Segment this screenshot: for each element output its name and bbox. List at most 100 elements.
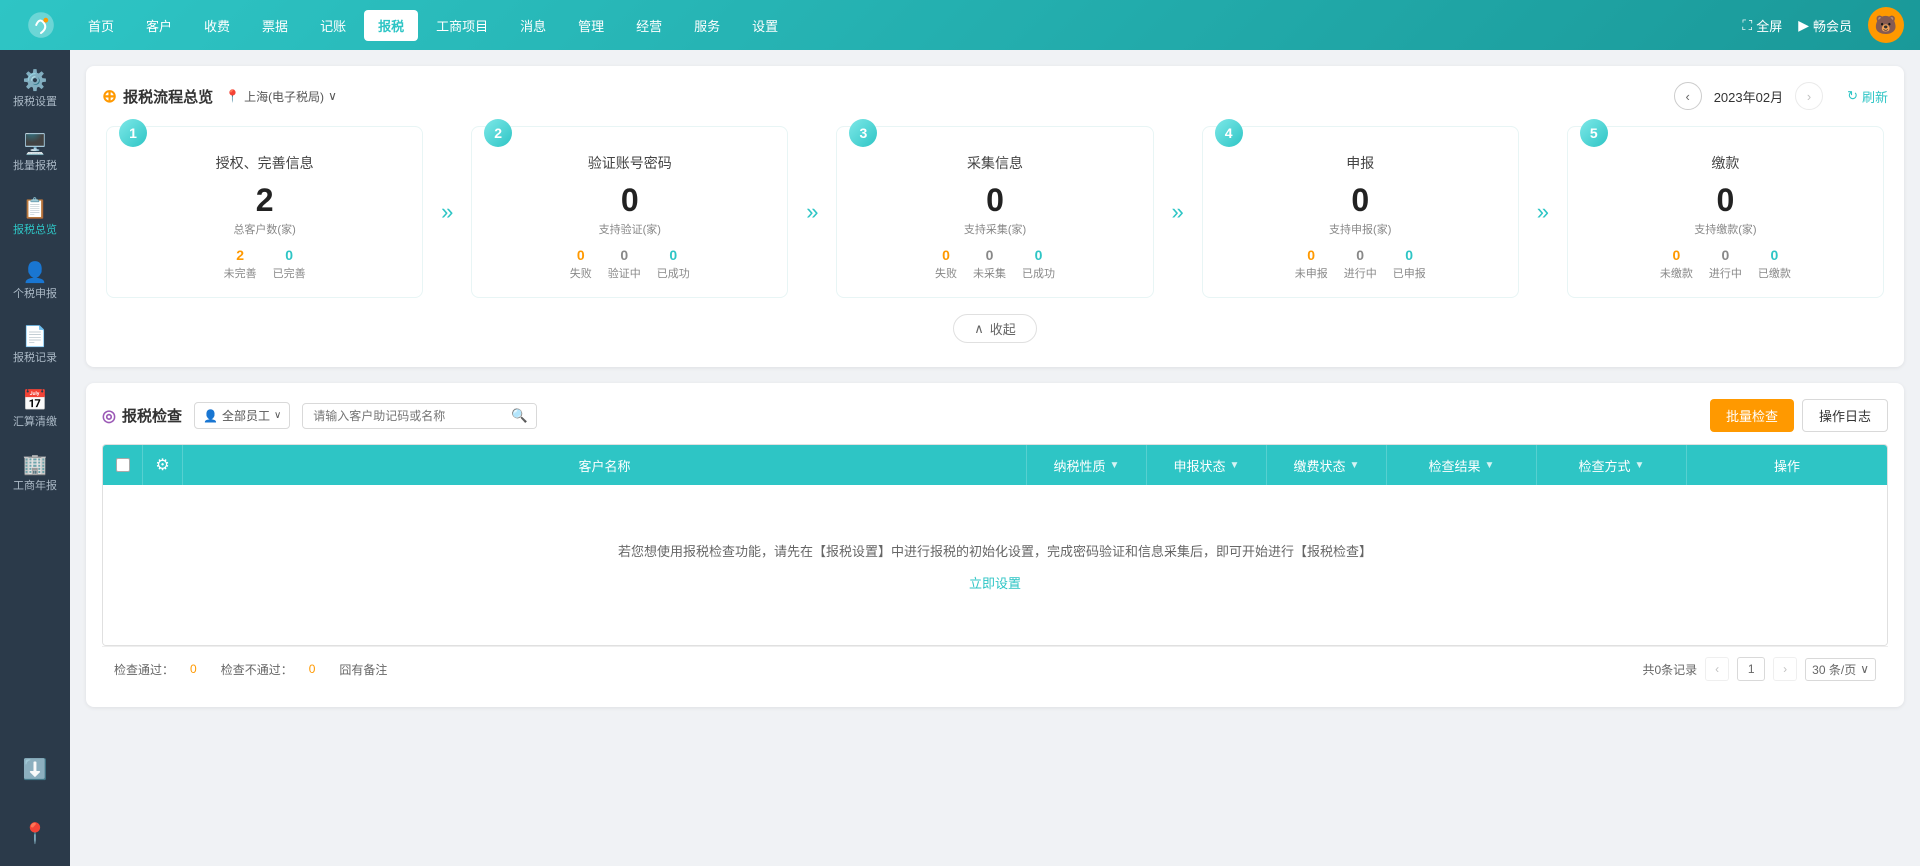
stat-item[interactable]: 0 已缴款 (1758, 247, 1791, 281)
stat-item[interactable]: 0 已成功 (1022, 247, 1055, 281)
stat-item[interactable]: 0 进行中 (1709, 247, 1742, 281)
sidebar-item-label: 报税总览 (13, 223, 57, 237)
collapse-button[interactable]: ∧ 收起 (953, 314, 1037, 343)
th-gear[interactable]: ⚙ (143, 445, 183, 485)
total-records: 共0条记录 (1642, 661, 1697, 678)
batch-tax-icon: 🖥️ (23, 135, 48, 155)
per-page-selector[interactable]: 30 条/页 ∨ (1805, 658, 1876, 681)
check-pass-link[interactable]: 0 (190, 662, 197, 676)
card-number-1: 1 (119, 119, 147, 147)
nav-business[interactable]: 工商项目 (422, 10, 502, 41)
th-checkbox[interactable] (103, 445, 143, 485)
stat-item[interactable]: 0 进行中 (1344, 247, 1377, 281)
sidebar-item-download[interactable]: ⬇️ (0, 738, 70, 802)
next-month-button[interactable]: › (1795, 82, 1823, 110)
sidebar-item-annual-settlement[interactable]: 📅 汇算清缴 (0, 378, 70, 442)
tax-records-icon: 📄 (23, 327, 48, 347)
nav-operation[interactable]: 经营 (622, 10, 676, 41)
stat-item[interactable]: 0 已成功 (657, 247, 690, 281)
nav-manage[interactable]: 管理 (564, 10, 618, 41)
nav-fee[interactable]: 收费 (190, 10, 244, 41)
card-stats-3: 0 失败 0 未采集 0 已成功 (849, 247, 1140, 281)
refresh-button[interactable]: ↻ 刷新 (1847, 87, 1888, 106)
nav-service[interactable]: 服务 (680, 10, 734, 41)
stat-item[interactable]: 0 验证中 (608, 247, 641, 281)
table-header: ⚙ 客户名称 纳税性质 ▼ 申报状态 ▼ 缴费状态 ▼ 检查 (103, 445, 1887, 485)
app-logo (16, 9, 66, 41)
tax-overview-icon: 📋 (23, 199, 48, 219)
stat-item[interactable]: 2 未完善 (224, 247, 257, 281)
check-fail-link[interactable]: 0 (309, 662, 316, 676)
check-header: ◎ 报税检查 👤 全部员工 ∨ 🔍 批量检查 操作日志 (102, 399, 1888, 432)
select-all-checkbox[interactable] (116, 458, 130, 472)
card-title-4: 申报 (1215, 153, 1506, 173)
th-check-result: 检查结果 ▼ (1387, 445, 1537, 485)
card-big-num-2: 0 (484, 181, 775, 219)
card-stats-2: 0 失败 0 验证中 0 已成功 (484, 247, 775, 281)
sidebar-item-annual-report[interactable]: 🏢 工商年报 (0, 442, 70, 506)
sidebar-item-tax-settings[interactable]: ⚙️ 报税设置 (0, 58, 70, 122)
stat-item[interactable]: 0 未申报 (1295, 247, 1328, 281)
card-title-3: 采集信息 (849, 153, 1140, 173)
main-content: ⊕ 报税流程总览 📍 上海(电子税局) ∨ ‹ 2023年02月 › ↻ 刷新 (70, 50, 1920, 866)
th-customer-name: 客户名称 (183, 445, 1027, 485)
card-sub-5: 支持缴款(家) (1580, 221, 1871, 237)
operation-log-button[interactable]: 操作日志 (1802, 399, 1888, 432)
batch-check-button[interactable]: 批量检查 (1710, 399, 1794, 432)
nav-right-area: ⛶ 全屏 ▶ 畅会员 🐻 (1742, 7, 1904, 43)
stat-item[interactable]: 0 失败 (570, 247, 592, 281)
card-number-2: 2 (484, 119, 512, 147)
filter-icon[interactable]: ▼ (1635, 460, 1645, 471)
immediate-setup-link[interactable]: 立即设置 (969, 576, 1021, 591)
customer-search: 🔍 (302, 403, 537, 429)
stat-item[interactable]: 0 已申报 (1393, 247, 1426, 281)
check-circle-icon: ◎ (102, 406, 116, 426)
first-page-button[interactable]: ‹ (1705, 657, 1729, 681)
filter-icon[interactable]: ▼ (1230, 460, 1240, 471)
nav-customer[interactable]: 客户 (132, 10, 186, 41)
arrow-1: » (427, 126, 467, 298)
card-title-1: 授权、完善信息 (119, 153, 410, 173)
top-navigation: 首页 客户 收费 票据 记账 报税 工商项目 消息 管理 经营 服务 设置 ⛶ … (0, 0, 1920, 50)
nav-message[interactable]: 消息 (506, 10, 560, 41)
flow-card-1: 1 授权、完善信息 2 总客户数(家) 2 未完善 0 已完善 (106, 126, 423, 298)
filter-icon[interactable]: ▼ (1110, 460, 1120, 471)
card-sub-3: 支持采集(家) (849, 221, 1140, 237)
employee-icon: 👤 (203, 409, 218, 423)
location-icon: 📍 (23, 824, 48, 844)
nav-home[interactable]: 首页 (74, 10, 128, 41)
user-avatar[interactable]: 🐻 (1868, 7, 1904, 43)
member-button[interactable]: ▶ 畅会员 (1798, 16, 1852, 35)
stat-item[interactable]: 0 未缴款 (1660, 247, 1693, 281)
chevron-down-icon: ∨ (328, 89, 337, 103)
nav-bookkeeping[interactable]: 记账 (306, 10, 360, 41)
prev-month-button[interactable]: ‹ (1674, 82, 1702, 110)
sidebar-item-batch-tax[interactable]: 🖥️ 批量报税 (0, 122, 70, 186)
arrow-3: » (1158, 126, 1198, 298)
stat-item[interactable]: 0 失败 (935, 247, 957, 281)
fullscreen-button[interactable]: ⛶ 全屏 (1742, 16, 1782, 35)
nav-invoice[interactable]: 票据 (248, 10, 302, 41)
th-check-method: 检查方式 ▼ (1537, 445, 1687, 485)
search-button[interactable]: 🔍 (503, 404, 536, 428)
employee-filter[interactable]: 👤 全部员工 ∨ (194, 402, 290, 429)
stat-item[interactable]: 0 未采集 (973, 247, 1006, 281)
location-selector[interactable]: 📍 上海(电子税局) ∨ (225, 88, 337, 105)
search-input[interactable] (303, 405, 503, 427)
settings-icon: ⚙ (155, 455, 169, 475)
card-number-3: 3 (849, 119, 877, 147)
table-body: 若您想使用报税检查功能，请先在【报税设置】中进行报税的初始化设置，完成密码验证和… (103, 485, 1887, 645)
nav-tax[interactable]: 报税 (364, 10, 418, 41)
nav-settings[interactable]: 设置 (738, 10, 792, 41)
sidebar-item-personal-tax[interactable]: 👤 个税申报 (0, 250, 70, 314)
filter-icon[interactable]: ▼ (1350, 460, 1360, 471)
filter-icon[interactable]: ▼ (1485, 460, 1495, 471)
add-circle-icon: ⊕ (102, 86, 117, 107)
next-page-button[interactable]: › (1773, 657, 1797, 681)
sidebar-item-tax-overview[interactable]: 📋 报税总览 (0, 186, 70, 250)
sidebar-item-tax-records[interactable]: 📄 报税记录 (0, 314, 70, 378)
sidebar-item-location[interactable]: 📍 (0, 802, 70, 866)
table-footer: 检查通过： 0 检查不通过： 0 囧有备注 共0条记录 ‹ 1 › 30 条/页… (102, 646, 1888, 691)
card-title-5: 缴款 (1580, 153, 1871, 173)
stat-item[interactable]: 0 已完善 (273, 247, 306, 281)
